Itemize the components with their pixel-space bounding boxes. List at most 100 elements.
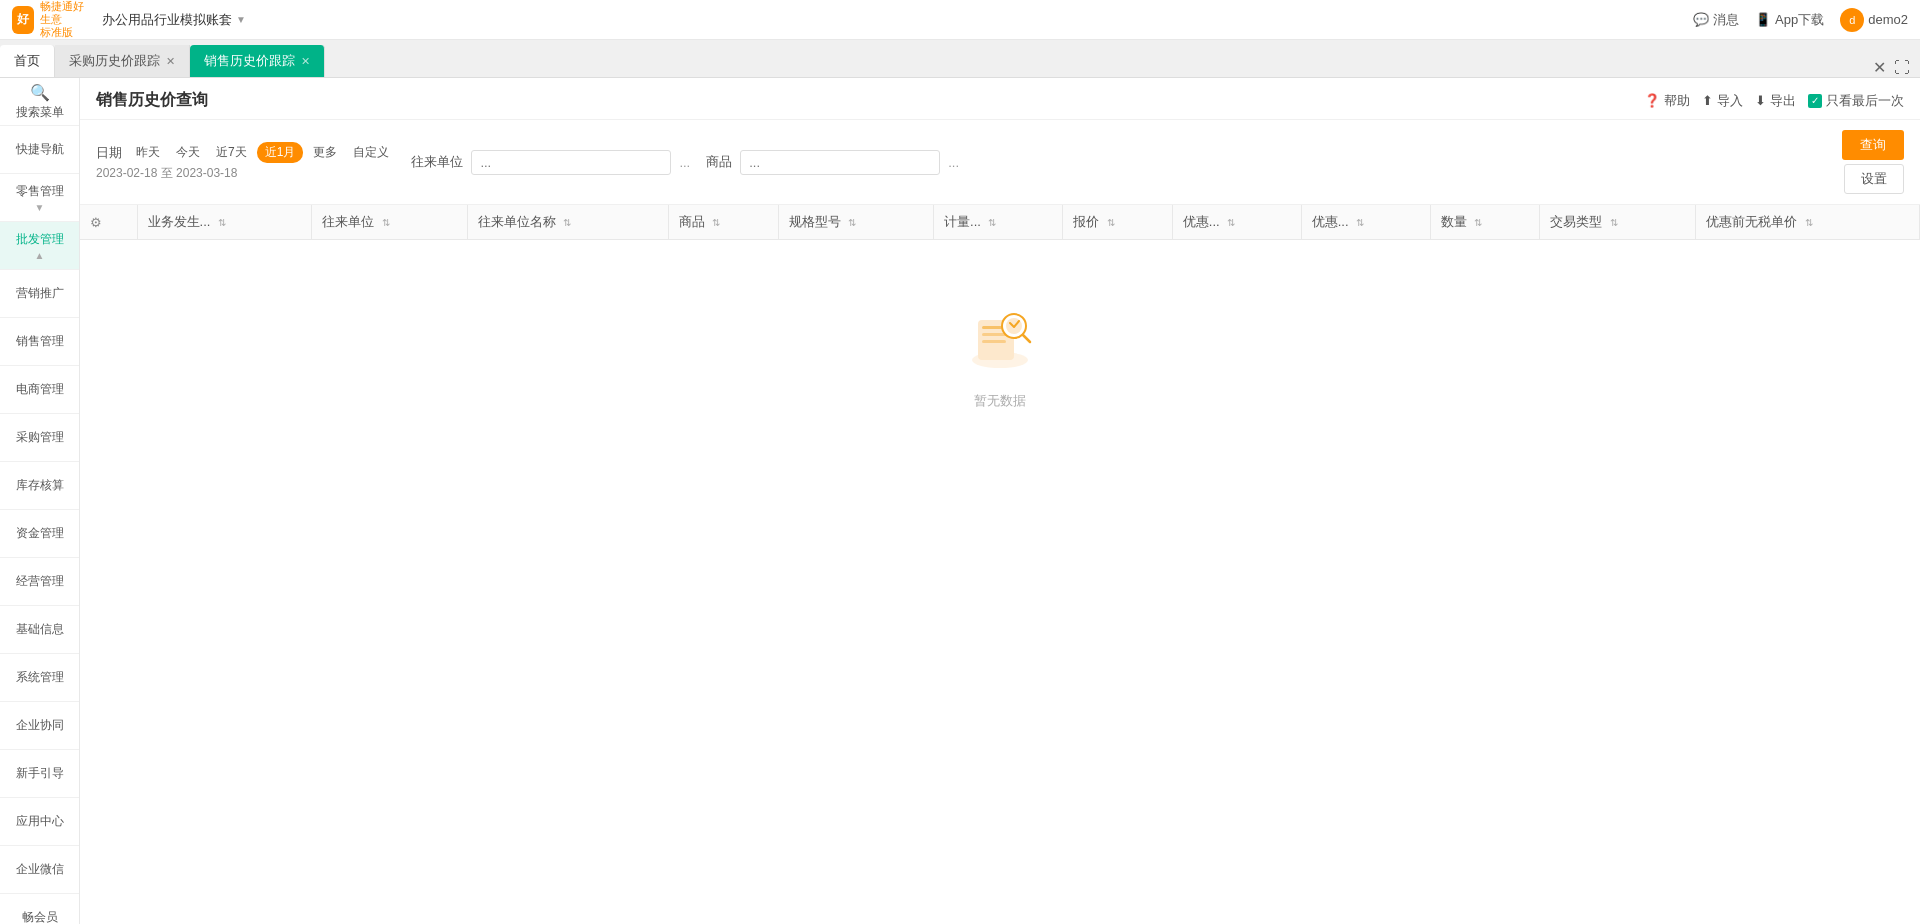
date-filter-label: 日期 <box>96 144 122 162</box>
message-button[interactable]: 💬 消息 <box>1693 11 1739 29</box>
sort-icon: ⇅ <box>1227 217 1235 228</box>
from-unit-input[interactable] <box>471 150 671 175</box>
th-from-unit-name[interactable]: 往来单位名称 ⇅ <box>467 205 668 240</box>
only-last-checkbox[interactable]: ✓ 只看最后一次 <box>1808 92 1904 110</box>
sort-icon: ⇅ <box>1805 217 1813 228</box>
page-actions: ❓ 帮助 ⬆ 导入 ⬇ 导出 ✓ 只看最后一次 <box>1644 92 1904 110</box>
content-area: 销售历史价查询 ❓ 帮助 ⬆ 导入 ⬇ 导出 ✓ <box>80 78 1920 924</box>
filter-right-actions: 查询 设置 <box>1842 130 1904 194</box>
th-spec[interactable]: 规格型号 ⇅ <box>778 205 934 240</box>
sidebar-item-app-center[interactable]: 应用中心 <box>0 798 79 846</box>
table-area: ⚙ 业务发生... ⇅ 往来单位 ⇅ 往来单位名称 <box>80 205 1920 924</box>
tab-home[interactable]: 首页 <box>0 45 55 77</box>
sort-icon: ⇅ <box>848 217 856 228</box>
sort-icon: ⇅ <box>382 217 390 228</box>
close-all-tabs-button[interactable]: ✕ <box>1873 58 1886 77</box>
export-icon: ⬇ <box>1755 93 1766 108</box>
sidebar-item-retail-mgmt[interactable]: 零售管理 ▼ <box>0 174 79 222</box>
logo-icon: 好 <box>12 6 34 34</box>
date-range-display: 2023-02-18 至 2023-03-18 <box>96 165 395 182</box>
th-biz-date[interactable]: 业务发生... ⇅ <box>137 205 312 240</box>
product-dots: ... <box>948 155 959 170</box>
th-product[interactable]: 商品 ⇅ <box>668 205 778 240</box>
sidebar-item-beginner-guide[interactable]: 新手引导 <box>0 750 79 798</box>
avatar: d <box>1840 8 1864 32</box>
help-icon: ❓ <box>1644 93 1660 108</box>
app-selector[interactable]: 办公用品行业模拟账套 ▼ <box>102 11 246 29</box>
expand-button[interactable]: ⛶ <box>1894 59 1910 77</box>
search-icon: 🔍 <box>30 83 50 102</box>
sidebar-item-operations-mgmt[interactable]: 经营管理 <box>0 558 79 606</box>
th-discount1[interactable]: 优惠... ⇅ <box>1172 205 1301 240</box>
th-from-unit[interactable]: 往来单位 ⇅ <box>312 205 468 240</box>
sort-icon: ⇅ <box>563 217 571 228</box>
sidebar-item-quick-nav[interactable]: 快捷导航 <box>0 126 79 174</box>
sidebar-item-finance-mgmt[interactable]: 资金管理 <box>0 510 79 558</box>
table-header-row: ⚙ 业务发生... ⇅ 往来单位 ⇅ 往来单位名称 <box>80 205 1920 240</box>
sidebar-item-basic-info[interactable]: 基础信息 <box>0 606 79 654</box>
sidebar-item-enterprise-collab[interactable]: 企业协同 <box>0 702 79 750</box>
svg-rect-2 <box>982 326 1002 329</box>
sidebar-item-member[interactable]: 畅会员 <box>0 894 79 924</box>
empty-state: 暂无数据 <box>80 240 1920 470</box>
product-input[interactable] <box>740 150 940 175</box>
tab-sales-history[interactable]: 销售历史价跟踪 ✕ <box>190 45 325 77</box>
close-tab-sales-history[interactable]: ✕ <box>301 55 310 68</box>
sort-icon: ⇅ <box>1610 217 1618 228</box>
date-opt-yesterday[interactable]: 昨天 <box>130 142 166 163</box>
page: 销售历史价查询 ❓ 帮助 ⬆ 导入 ⬇ 导出 ✓ <box>80 78 1920 924</box>
th-unit[interactable]: 计量... ⇅ <box>934 205 1063 240</box>
sidebar-item-wholesale-mgmt[interactable]: 批发管理 ▲ <box>0 222 79 270</box>
settings-button[interactable]: 设置 <box>1844 164 1904 194</box>
help-button[interactable]: ❓ 帮助 <box>1644 92 1690 110</box>
app-download-button[interactable]: 📱 App下载 <box>1755 11 1824 29</box>
topbar: 好 畅捷通好生意 标准版 办公用品行业模拟账套 ▼ 💬 消息 📱 App下载 d… <box>0 0 1920 40</box>
import-button[interactable]: ⬆ 导入 <box>1702 92 1743 110</box>
th-gear[interactable]: ⚙ <box>80 205 137 240</box>
sidebar-item-search-menu[interactable]: 🔍 搜索菜单 <box>0 78 79 126</box>
close-tab-purchase-history[interactable]: ✕ <box>166 55 175 68</box>
date-opt-last1m[interactable]: 近1月 <box>257 142 304 163</box>
filter-bar: 日期 昨天 今天 近7天 近1月 更多 自定义 2023-02-18 至 202… <box>80 120 1920 205</box>
user-menu[interactable]: d demo2 <box>1840 8 1908 32</box>
date-opt-custom[interactable]: 自定义 <box>347 142 395 163</box>
query-button[interactable]: 查询 <box>1842 130 1904 160</box>
tab-purchase-history[interactable]: 采购历史价跟踪 ✕ <box>55 45 190 77</box>
chevron-down-icon: ▼ <box>236 14 246 25</box>
logo-text: 畅捷通好生意 标准版 <box>40 0 92 39</box>
sidebar-item-system-mgmt[interactable]: 系统管理 <box>0 654 79 702</box>
date-opt-today[interactable]: 今天 <box>170 142 206 163</box>
topbar-right: 💬 消息 📱 App下载 d demo2 <box>1693 8 1908 32</box>
tabbar-actions: ✕ ⛶ <box>1873 58 1920 77</box>
page-title: 销售历史价查询 <box>96 90 208 111</box>
sidebar-item-purchase-mgmt[interactable]: 采购管理 <box>0 414 79 462</box>
product-filter: 商品 ... <box>706 150 959 175</box>
checkbox-icon: ✓ <box>1808 94 1822 108</box>
th-trade-type[interactable]: 交易类型 ⇅ <box>1540 205 1696 240</box>
product-label: 商品 <box>706 153 732 171</box>
gear-icon[interactable]: ⚙ <box>90 215 102 230</box>
th-quote[interactable]: 报价 ⇅ <box>1062 205 1172 240</box>
date-opt-more[interactable]: 更多 <box>307 142 343 163</box>
date-options: 昨天 今天 近7天 近1月 更多 自定义 <box>130 142 395 163</box>
sidebar-item-marketing[interactable]: 营销推广 <box>0 270 79 318</box>
sidebar-item-enterprise-wechat[interactable]: 企业微信 <box>0 846 79 894</box>
sort-icon: ⇅ <box>218 217 226 228</box>
sidebar-item-ecommerce-mgmt[interactable]: 电商管理 <box>0 366 79 414</box>
th-pre-tax-price[interactable]: 优惠前无税单价 ⇅ <box>1695 205 1919 240</box>
import-icon: ⬆ <box>1702 93 1713 108</box>
sidebar-item-inventory[interactable]: 库存核算 <box>0 462 79 510</box>
message-icon: 💬 <box>1693 12 1709 27</box>
chevron-up-icon: ▲ <box>35 250 45 261</box>
th-qty[interactable]: 数量 ⇅ <box>1430 205 1540 240</box>
export-button[interactable]: ⬇ 导出 <box>1755 92 1796 110</box>
logo-area: 好 畅捷通好生意 标准版 <box>12 0 92 39</box>
sidebar-item-sales-mgmt[interactable]: 销售管理 <box>0 318 79 366</box>
date-opt-last7[interactable]: 近7天 <box>210 142 253 163</box>
th-discount2[interactable]: 优惠... ⇅ <box>1301 205 1430 240</box>
main-layout: 🔍 搜索菜单 快捷导航 零售管理 ▼ 批发管理 ▲ 营销推广 销售管理 电商管理… <box>0 78 1920 924</box>
sort-icon: ⇅ <box>1356 217 1364 228</box>
from-unit-dots: ... <box>679 155 690 170</box>
tabbar: 首页 采购历史价跟踪 ✕ 销售历史价跟踪 ✕ ✕ ⛶ <box>0 40 1920 78</box>
filter-date-section: 日期 昨天 今天 近7天 近1月 更多 自定义 2023-02-18 至 202… <box>96 142 395 182</box>
